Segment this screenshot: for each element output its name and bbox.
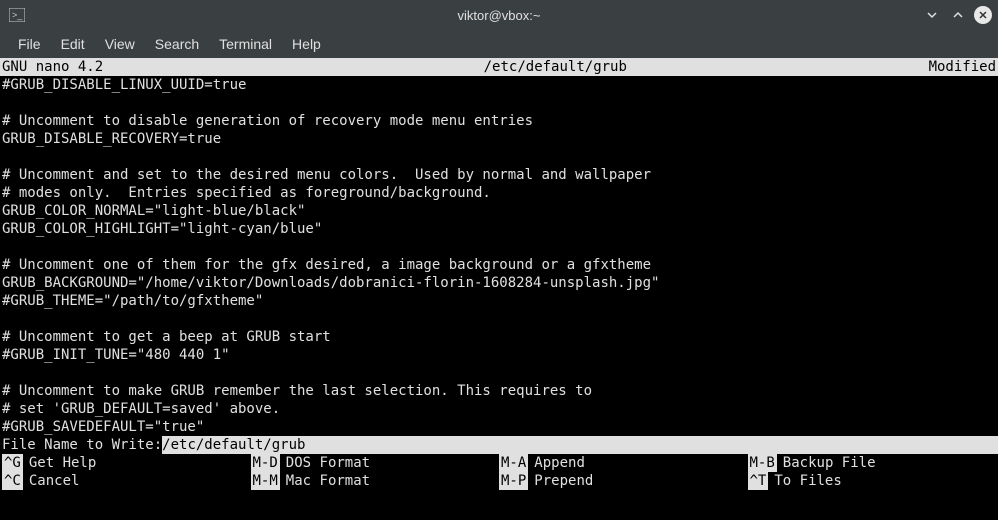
shortcut-row: ^G Get Help M-D DOS Format M-A Append M-B Backu… xyxy=(2,454,996,472)
menu-search[interactable]: Search xyxy=(147,34,207,54)
filename-input[interactable] xyxy=(162,437,998,453)
shortcut-key: ^G xyxy=(2,454,23,472)
shortcut-item[interactable]: M-M Mac Format xyxy=(251,472,500,490)
shortcut-key: M-M xyxy=(251,472,280,490)
maximize-button[interactable] xyxy=(948,5,968,25)
shortcut-label: Mac Format xyxy=(286,472,370,490)
shortcut-label: Append xyxy=(534,454,585,472)
shortcut-label: Get Help xyxy=(29,454,96,472)
prompt-label: File Name to Write: xyxy=(0,436,162,454)
window-controls xyxy=(922,5,992,25)
menu-file[interactable]: File xyxy=(10,34,49,54)
terminal-area[interactable]: GNU nano 4.2 /etc/default/grub Modified … xyxy=(0,58,998,520)
chevron-down-icon xyxy=(926,9,938,21)
write-prompt: File Name to Write: xyxy=(0,436,998,454)
shortcut-item[interactable]: M-B Backup File xyxy=(748,454,997,472)
shortcut-item[interactable]: M-A Append xyxy=(499,454,748,472)
menu-edit[interactable]: Edit xyxy=(53,34,93,54)
nano-header: GNU nano 4.2 /etc/default/grub Modified xyxy=(0,58,998,76)
menu-view[interactable]: View xyxy=(97,34,143,54)
titlebar: >_ viktor@vbox:~ xyxy=(0,0,998,30)
terminal-icon: >_ xyxy=(8,7,26,23)
shortcuts-bar: ^G Get Help M-D DOS Format M-A Append M-B Backu… xyxy=(0,454,998,490)
menu-terminal[interactable]: Terminal xyxy=(211,34,280,54)
minimize-button[interactable] xyxy=(922,5,942,25)
chevron-up-icon xyxy=(952,9,964,21)
shortcut-label: Cancel xyxy=(29,472,80,490)
editor-content[interactable]: #GRUB_DISABLE_LINUX_UUID=true # Uncommen… xyxy=(0,76,998,436)
svg-text:>_: >_ xyxy=(12,10,23,20)
shortcut-item[interactable]: M-D DOS Format xyxy=(251,454,500,472)
shortcut-key: M-P xyxy=(499,472,528,490)
shortcut-item[interactable]: M-P Prepend xyxy=(499,472,748,490)
shortcut-key: M-A xyxy=(499,454,528,472)
shortcut-key: M-D xyxy=(251,454,280,472)
menu-help[interactable]: Help xyxy=(284,34,329,54)
shortcut-item[interactable]: ^G Get Help xyxy=(2,454,251,472)
nano-version: GNU nano 4.2 xyxy=(2,58,182,76)
shortcut-key: M-B xyxy=(748,454,777,472)
nano-filename: /etc/default/grub xyxy=(182,58,929,76)
close-button[interactable] xyxy=(974,6,992,24)
shortcut-row: ^C Cancel M-M Mac Format M-P Prepend ^T To File… xyxy=(2,472,996,490)
shortcut-item[interactable]: ^C Cancel xyxy=(2,472,251,490)
nano-modified: Modified xyxy=(929,58,996,76)
menubar: File Edit View Search Terminal Help xyxy=(0,30,998,58)
shortcut-label: Backup File xyxy=(783,454,876,472)
close-icon xyxy=(978,10,988,20)
window-title: viktor@vbox:~ xyxy=(458,8,541,23)
shortcut-label: Prepend xyxy=(534,472,593,490)
shortcut-label: DOS Format xyxy=(286,454,370,472)
shortcut-key: ^T xyxy=(748,472,769,490)
shortcut-item[interactable]: ^T To Files xyxy=(748,472,997,490)
shortcut-key: ^C xyxy=(2,472,23,490)
shortcut-label: To Files xyxy=(774,472,841,490)
